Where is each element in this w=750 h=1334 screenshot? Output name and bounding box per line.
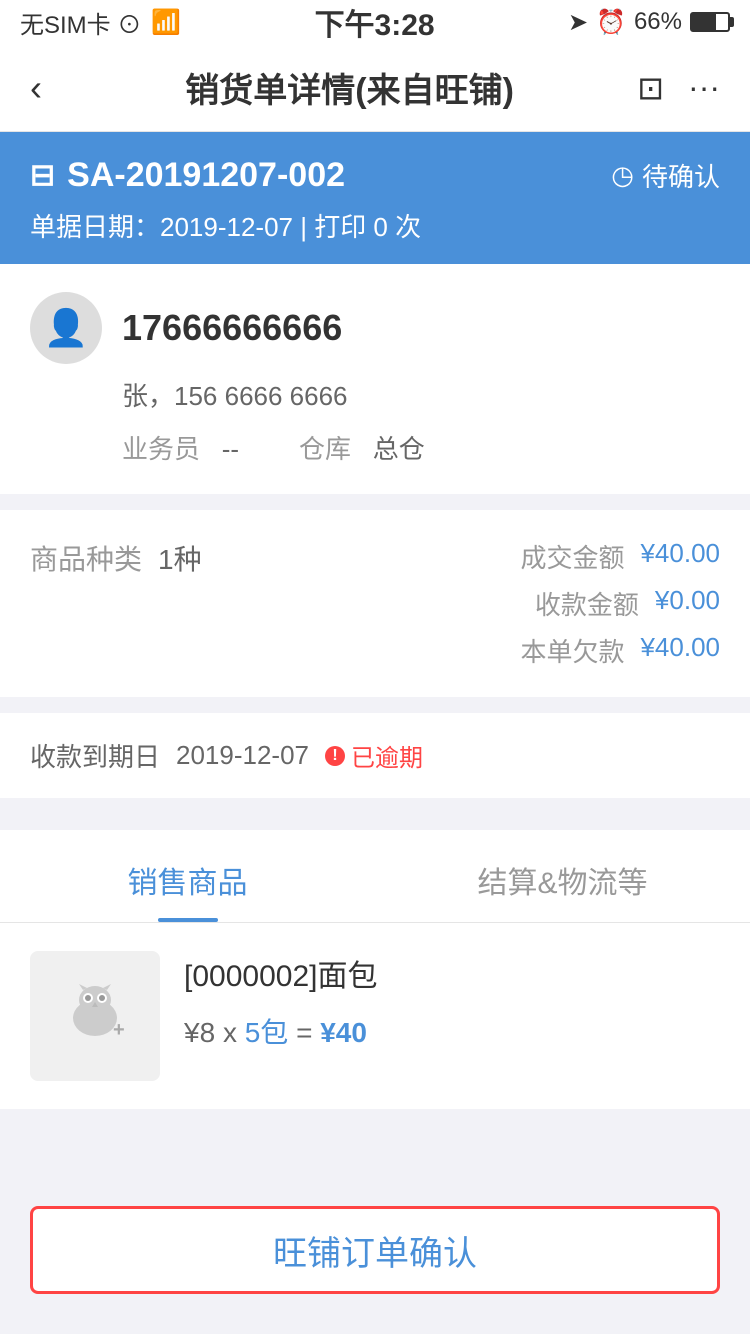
page-title: 销货单详情(来自旺铺) [62,63,637,112]
status-clock-icon: ◷ [611,160,634,191]
battery-icon [690,12,730,32]
nav-actions: ⊡ ··· [637,69,720,107]
divider-1 [0,814,750,830]
bottom-action-area: 旺铺订单确认 [0,1186,750,1334]
order-id-text: SA-20191207-002 [67,156,345,195]
confirm-button-label: 旺铺订单确认 [273,1226,477,1275]
tab-sales-product[interactable]: 销售商品 [0,830,375,922]
status-time: 下午3:28 [315,0,435,44]
deal-amount-row: 成交金额 ¥40.00 [520,538,720,575]
nav-bar: ‹ 销货单详情(来自旺铺) ⊡ ··· [0,44,750,132]
due-label: 收款到期日 [30,737,160,774]
confirm-button[interactable]: 旺铺订单确认 [30,1206,720,1294]
product-qty: 5包 [245,1017,289,1048]
product-section: + [0000002]面包 ¥8 x 5包 = ¥40 [0,923,750,1109]
product-thumbnail: + [30,951,160,1081]
deal-amount-label: 成交金额 [520,538,624,575]
more-button[interactable]: ··· [688,69,720,106]
deal-amount-value: ¥40.00 [640,538,720,575]
owe-amount-value: ¥40.00 [640,632,720,669]
product-type-value: 1种 [158,538,202,578]
order-id: ⊟ SA-20191207-002 [30,156,345,195]
summary-section: 商品种类 1种 成交金额 ¥40.00 收款金额 ¥0.00 本单欠款 ¥40.… [0,510,750,697]
receipt-amount-row: 收款金额 ¥0.00 [535,585,720,622]
amounts: 成交金额 ¥40.00 收款金额 ¥0.00 本单欠款 ¥40.00 [520,538,720,669]
salesman-label-text: 业务员 [122,434,200,464]
equals: = [296,1017,312,1048]
salesman-label: 业务员 -- [122,429,239,466]
owe-amount-row: 本单欠款 ¥40.00 [520,632,720,669]
receipt-amount-value: ¥0.00 [655,585,720,622]
tab-sales-label: 销售商品 [128,867,248,900]
product-type: 商品种类 1种 [30,538,520,578]
back-button[interactable]: ‹ [30,67,62,109]
multiply-x: x [223,1017,237,1048]
product-thumb-logo: + [55,980,135,1052]
due-section: 收款到期日 2019-12-07 ! 已逾期 [0,713,750,798]
battery-percent: 66% [634,8,682,36]
svg-text:+: + [113,1019,125,1040]
tab-settlement-label: 结算&物流等 [477,867,647,900]
customer-phone: 17666666666 [122,307,342,349]
avatar: 👤 [30,292,102,364]
warehouse-label-text: 仓库 [299,434,351,464]
location-icon: ➤ [568,8,588,37]
product-total: ¥40 [320,1017,367,1048]
overdue-icon: ! [325,746,345,766]
status-bar: 无SIM卡 ⊙ 📶 下午3:28 ➤ ⏰ 66% [0,0,750,44]
customer-meta: 业务员 -- 仓库 总仓 [30,429,720,466]
overdue-text: 已逾期 [351,738,423,773]
order-date: 单据日期：2019-12-07 | 打印 0 次 [30,207,720,244]
overdue-badge: ! 已逾期 [325,738,423,773]
sim-label: 无SIM卡 ⊙ [20,5,141,40]
status-left: 无SIM卡 ⊙ 📶 [20,5,181,40]
salesman-value: -- [222,434,239,464]
receipt-amount-label: 收款金额 [535,585,639,622]
product-price: ¥8 x 5包 = ¥40 [184,1011,720,1051]
order-status: ◷ 待确认 [611,157,720,194]
avatar-icon: 👤 [44,307,89,349]
product-type-label: 商品种类 [30,538,142,578]
order-header: ⊟ SA-20191207-002 ◷ 待确认 单据日期：2019-12-07 … [0,132,750,264]
order-id-icon: ⊟ [30,158,55,193]
product-item: + [0000002]面包 ¥8 x 5包 = ¥40 [30,951,720,1081]
tabs-container: 销售商品 结算&物流等 [0,830,750,923]
warehouse-row: 仓库 总仓 [299,429,425,466]
wifi-icon: 📶 [151,8,181,37]
due-date-value: 2019-12-07 [176,740,309,771]
customer-section: 👤 17666666666 张，156 6666 6666 业务员 -- 仓库 … [0,264,750,494]
status-text: 待确认 [642,157,720,194]
product-name: [0000002]面包 [184,951,720,995]
owe-amount-label: 本单欠款 [520,632,624,669]
unit-price: ¥8 [184,1017,215,1048]
customer-name: 张，156 6666 6666 [30,376,720,413]
warehouse-value: 总仓 [373,434,425,464]
product-details: [0000002]面包 ¥8 x 5包 = ¥40 [184,951,720,1051]
alarm-icon: ⏰ [596,8,626,37]
status-right: ➤ ⏰ 66% [568,8,730,37]
tab-settlement[interactable]: 结算&物流等 [375,830,750,922]
export-button[interactable]: ⊡ [637,69,664,107]
